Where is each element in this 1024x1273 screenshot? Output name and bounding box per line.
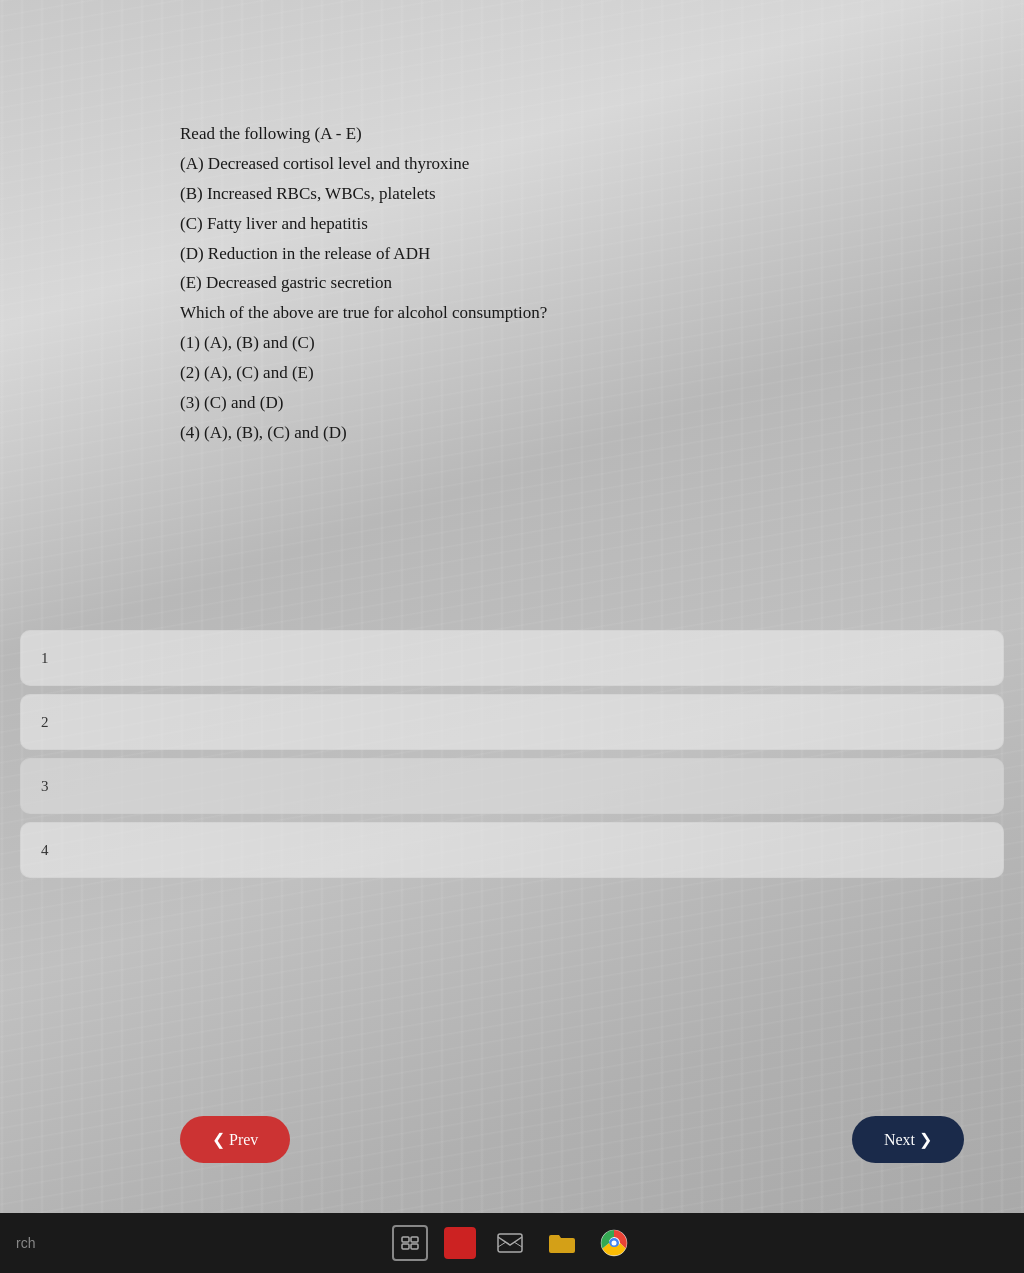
question-area: Read the following (A - E) (A) Decreased… [180,120,964,449]
svg-rect-0 [402,1237,409,1242]
question-main: Which of the above are true for alcohol … [180,299,964,328]
answer-3: (3) (C) and (D) [180,389,964,418]
option-e: (E) Decreased gastric secretion [180,269,964,298]
taskbar-folder-icon[interactable] [544,1225,580,1261]
screen-content: Read the following (A - E) (A) Decreased… [0,0,1024,1273]
option-b: (B) Increased RBCs, WBCs, platelets [180,180,964,209]
svg-line-5 [498,1242,506,1247]
prev-button[interactable]: ❮ Prev [180,1116,290,1163]
option-d: (D) Reduction in the release of ADH [180,240,964,269]
answer-1: (1) (A), (B) and (C) [180,329,964,358]
answer-2: (2) (A), (C) and (E) [180,359,964,388]
nav-area: ❮ Prev Next ❯ [180,1116,964,1163]
taskbar-envelope-icon[interactable] [492,1225,528,1261]
svg-rect-2 [402,1244,409,1249]
answer-option-1[interactable]: 1 [20,630,1004,686]
taskbar-red-icon[interactable] [444,1227,476,1259]
question-text: Read the following (A - E) (A) Decreased… [180,120,964,448]
taskbar-window-icon[interactable] [392,1225,428,1261]
svg-rect-4 [498,1234,522,1252]
option-c: (C) Fatty liver and hepatitis [180,210,964,239]
taskbar-search-text: rch [16,1235,35,1251]
intro-line: Read the following (A - E) [180,120,964,149]
option-number-1: 1 [41,650,65,667]
answer-option-4[interactable]: 4 [20,822,1004,878]
svg-rect-1 [411,1237,418,1242]
svg-line-6 [514,1242,522,1247]
options-area: 1 2 3 4 [20,630,1004,878]
option-number-4: 4 [41,842,65,859]
option-a: (A) Decreased cortisol level and thyroxi… [180,150,964,179]
next-button[interactable]: Next ❯ [852,1116,964,1163]
taskbar: rch [0,1213,1024,1273]
svg-rect-3 [411,1244,418,1249]
taskbar-chrome-icon[interactable] [596,1225,632,1261]
option-number-2: 2 [41,714,65,731]
option-number-3: 3 [41,778,65,795]
svg-point-10 [612,1241,617,1246]
answer-4: (4) (A), (B), (C) and (D) [180,419,964,448]
answer-option-3[interactable]: 3 [20,758,1004,814]
answer-option-2[interactable]: 2 [20,694,1004,750]
